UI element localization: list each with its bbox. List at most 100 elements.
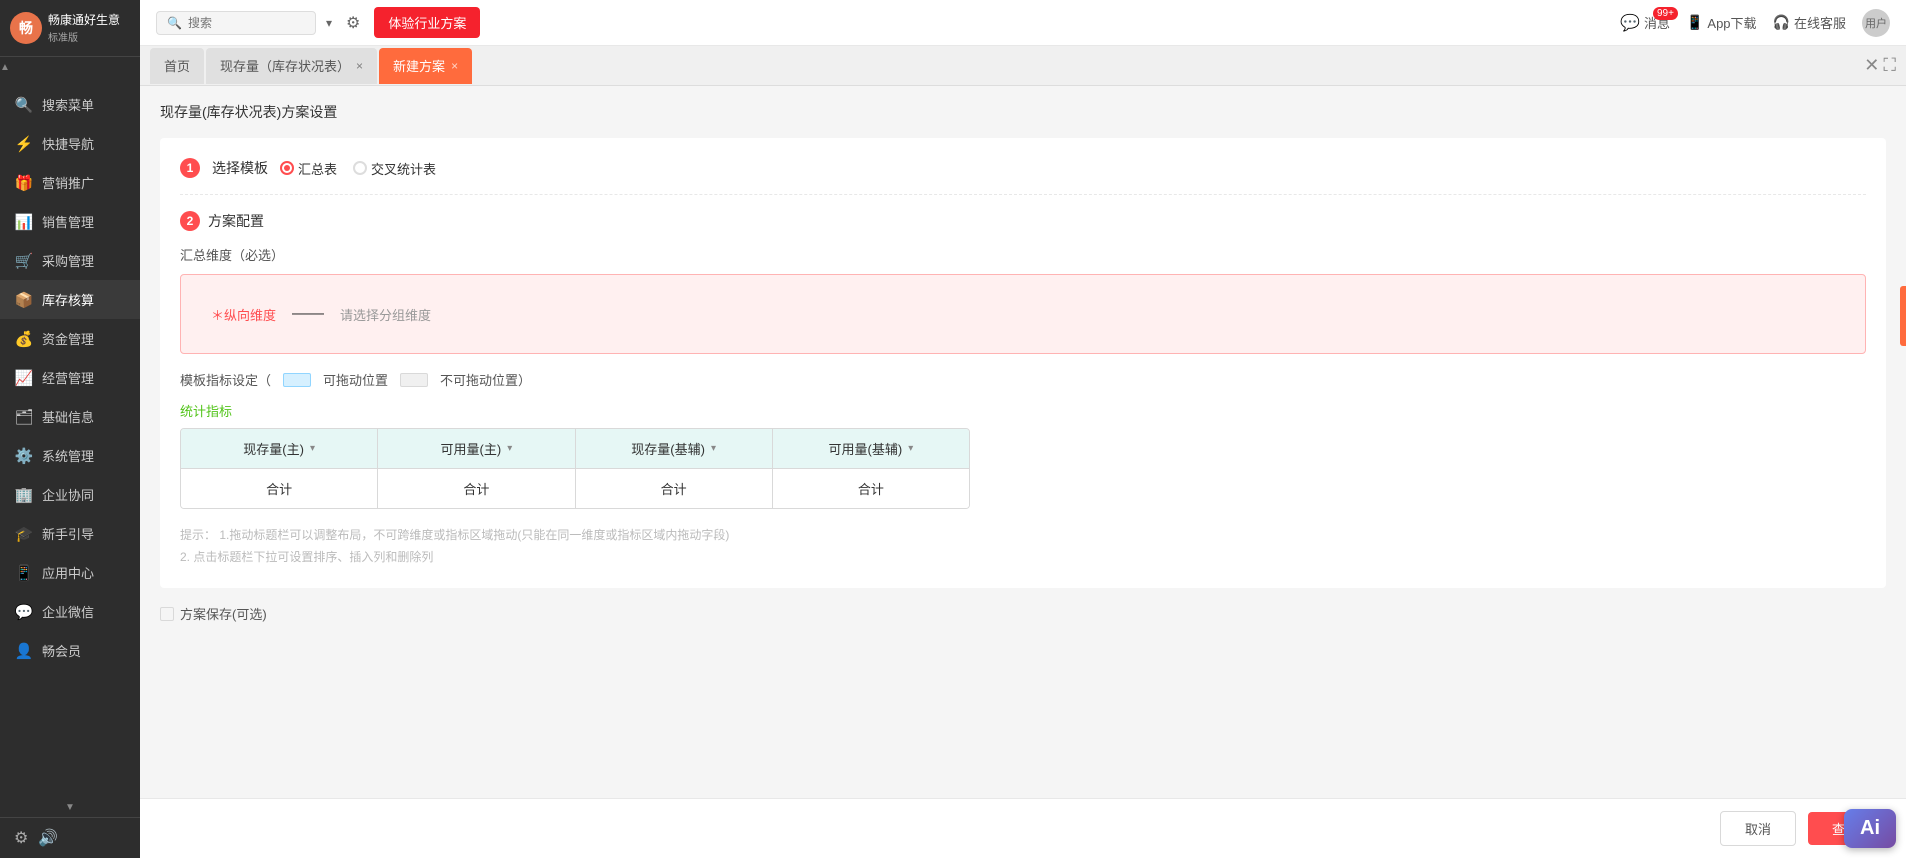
sidebar-item-member[interactable]: 👤 畅会员 bbox=[0, 631, 140, 670]
content-area: 现存量(库存状况表)方案设置 1 选择模板 汇总表 交叉统计表 bbox=[140, 86, 1906, 858]
settings-gear-icon[interactable]: ⚙ bbox=[346, 13, 360, 33]
sidebar-item-label: 应用中心 bbox=[42, 563, 94, 582]
online-service-button[interactable]: 🎧 在线客服 bbox=[1773, 13, 1846, 32]
stats-title: 统计指标 bbox=[180, 401, 1866, 420]
stat-table-header: 现存量(主) ▾ 可用量(主) ▾ 现存量(基辅) ▾ 可用量(基辅) ▾ bbox=[181, 429, 969, 469]
sidebar-item-label: 企业协同 bbox=[42, 485, 94, 504]
sidebar-item-label: 采购管理 bbox=[42, 251, 94, 270]
speaker-icon[interactable]: 🔊 bbox=[38, 828, 58, 848]
sidebar-item-label: 营销推广 bbox=[42, 173, 94, 192]
trial-button[interactable]: 体验行业方案 bbox=[374, 7, 480, 38]
marketing-icon: 🎁 bbox=[14, 174, 34, 192]
online-service-label: 在线客服 bbox=[1794, 13, 1846, 32]
step1-badge: 1 bbox=[180, 158, 200, 178]
dim-placeholder: 请选择分组维度 bbox=[340, 305, 431, 324]
sidebar-item-label: 基础信息 bbox=[42, 407, 94, 426]
wechat-icon: 💬 bbox=[14, 603, 34, 621]
sidebar-item-label: 系统管理 bbox=[42, 446, 94, 465]
stat-body-col-1: 合计 bbox=[181, 469, 378, 508]
main-content: 🔍 ▾ ⚙ 体验行业方案 💬 消息 99+ 📱 App下载 🎧 在线客服 用户 bbox=[140, 0, 1906, 858]
topbar-right: 💬 消息 99+ 📱 App下载 🎧 在线客服 用户 bbox=[1620, 9, 1890, 37]
sidebar-item-enterprise[interactable]: 🏢 企业协同 bbox=[0, 475, 140, 514]
stat-col-1-label: 现存量(主) bbox=[243, 439, 304, 458]
stat-col-4[interactable]: 可用量(基辅) ▾ bbox=[773, 429, 969, 468]
cancel-button[interactable]: 取消 bbox=[1720, 811, 1796, 846]
stat-col-3-dropdown-icon[interactable]: ▾ bbox=[711, 443, 716, 454]
sidebar-item-label: 畅会员 bbox=[42, 641, 81, 660]
save-checkbox[interactable] bbox=[160, 607, 174, 621]
sales-icon: 📊 bbox=[14, 213, 34, 231]
sidebar-item-label: 快捷导航 bbox=[42, 134, 94, 153]
sidebar-item-search-menu[interactable]: 🔍 搜索菜单 bbox=[0, 85, 140, 124]
sidebar-scroll-down[interactable]: ▼ bbox=[0, 797, 140, 817]
radio-summary[interactable]: 汇总表 bbox=[280, 159, 337, 178]
sidebar-item-label: 经营管理 bbox=[42, 368, 94, 387]
radio-cross-label: 交叉统计表 bbox=[371, 159, 436, 178]
tab-home[interactable]: 首页 bbox=[150, 48, 204, 84]
system-icon: ⚙️ bbox=[14, 447, 34, 465]
step2-badge: 2 bbox=[180, 211, 200, 231]
tab-new-plan-close-icon[interactable]: × bbox=[451, 59, 458, 73]
stat-col-4-dropdown-icon[interactable]: ▾ bbox=[908, 443, 913, 454]
tip-2: 2. 点击标题栏下拉可设置排序、插入列和删除列 bbox=[180, 547, 1866, 569]
tab-inventory-close-icon[interactable]: × bbox=[356, 59, 363, 73]
stat-col-3[interactable]: 现存量(基辅) ▾ bbox=[576, 429, 773, 468]
template-radio-group: 汇总表 交叉统计表 bbox=[280, 159, 436, 178]
movable-label: 可拖动位置 bbox=[323, 370, 388, 389]
phone-icon: 📱 bbox=[1686, 14, 1703, 31]
tab-new-plan[interactable]: 新建方案 × bbox=[379, 48, 472, 84]
dim-arrow: —— bbox=[292, 305, 324, 323]
settings-icon[interactable]: ⚙ bbox=[14, 828, 28, 848]
sidebar-item-inventory[interactable]: 📦 库存核算 bbox=[0, 280, 140, 319]
search-dropdown[interactable]: ▾ bbox=[326, 16, 332, 30]
sidebar-item-basic[interactable]: 🗂 基础信息 bbox=[0, 397, 140, 436]
stat-col-2-dropdown-icon[interactable]: ▾ bbox=[507, 443, 512, 454]
sidebar: 畅 畅康通好生意 标准版 ▲ 🔍 搜索菜单 ⚡ 快捷导航 🎁 营销推广 📊 销售… bbox=[0, 0, 140, 858]
message-button[interactable]: 💬 消息 99+ bbox=[1620, 13, 1670, 33]
dimension-area[interactable]: ＊纵向维度 —— 请选择分组维度 bbox=[180, 274, 1866, 354]
page-title: 现存量(库存状况表)方案设置 bbox=[160, 102, 1886, 122]
tabbar: 首页 现存量（库存状况表） × 新建方案 × ✕ ⛶ bbox=[140, 46, 1906, 86]
tab-inventory-status[interactable]: 现存量（库存状况表） × bbox=[206, 48, 377, 84]
stat-col-1[interactable]: 现存量(主) ▾ bbox=[181, 429, 378, 468]
step1-row: 1 选择模板 汇总表 交叉统计表 bbox=[180, 158, 1866, 178]
search-input[interactable] bbox=[188, 16, 298, 30]
stat-body-2-label: 合计 bbox=[463, 479, 489, 498]
sidebar-nav: 🔍 搜索菜单 ⚡ 快捷导航 🎁 营销推广 📊 销售管理 🛒 采购管理 📦 库存核… bbox=[0, 77, 140, 797]
sidebar-item-guide[interactable]: 🎓 新手引导 bbox=[0, 514, 140, 553]
step2-row: 2 方案配置 bbox=[180, 211, 1866, 231]
sidebar-scroll-up[interactable]: ▲ bbox=[0, 57, 10, 77]
sidebar-item-purchase[interactable]: 🛒 采购管理 bbox=[0, 241, 140, 280]
required-dim-label: ＊纵向维度 bbox=[211, 305, 276, 324]
fixed-indicator bbox=[400, 373, 428, 387]
sidebar-item-appcenter[interactable]: 📱 应用中心 bbox=[0, 553, 140, 592]
sidebar-item-wechat[interactable]: 💬 企业微信 bbox=[0, 592, 140, 631]
stat-col-2[interactable]: 可用量(主) ▾ bbox=[378, 429, 575, 468]
ai-badge[interactable]: Ai bbox=[1844, 809, 1896, 848]
sidebar-item-finance[interactable]: 💰 资金管理 bbox=[0, 319, 140, 358]
user-avatar[interactable]: 用户 bbox=[1862, 9, 1890, 37]
sidebar-item-system[interactable]: ⚙️ 系统管理 bbox=[0, 436, 140, 475]
stat-body-col-2: 合计 bbox=[378, 469, 575, 508]
sidebar-item-quick-nav[interactable]: ⚡ 快捷导航 bbox=[0, 124, 140, 163]
sidebar-item-sales[interactable]: 📊 销售管理 bbox=[0, 202, 140, 241]
app-download-button[interactable]: 📱 App下载 bbox=[1686, 13, 1757, 32]
headset-icon: 🎧 bbox=[1773, 14, 1790, 31]
radio-cross[interactable]: 交叉统计表 bbox=[353, 159, 436, 178]
sidebar-item-label: 企业微信 bbox=[42, 602, 94, 621]
close-panel-button[interactable]: ✕ bbox=[1864, 55, 1879, 76]
step1-title: 选择模板 bbox=[212, 158, 268, 178]
stat-body-col-4: 合计 bbox=[773, 469, 969, 508]
expand-panel-button[interactable]: ⛶ bbox=[1883, 55, 1896, 76]
indicators-label: 模板指标设定（ bbox=[180, 370, 271, 389]
sidebar-item-marketing[interactable]: 🎁 营销推广 bbox=[0, 163, 140, 202]
sidebar-item-ops[interactable]: 📈 经营管理 bbox=[0, 358, 140, 397]
sidebar-item-label: 搜索菜单 bbox=[42, 95, 94, 114]
logo-icon: 畅 bbox=[10, 12, 42, 44]
resize-handle[interactable] bbox=[1900, 286, 1906, 346]
ops-icon: 📈 bbox=[14, 369, 34, 387]
message-badge: 99+ bbox=[1653, 7, 1678, 20]
search-box[interactable]: 🔍 bbox=[156, 11, 316, 35]
message-icon: 💬 bbox=[1620, 13, 1640, 33]
stat-col-1-dropdown-icon[interactable]: ▾ bbox=[310, 443, 315, 454]
